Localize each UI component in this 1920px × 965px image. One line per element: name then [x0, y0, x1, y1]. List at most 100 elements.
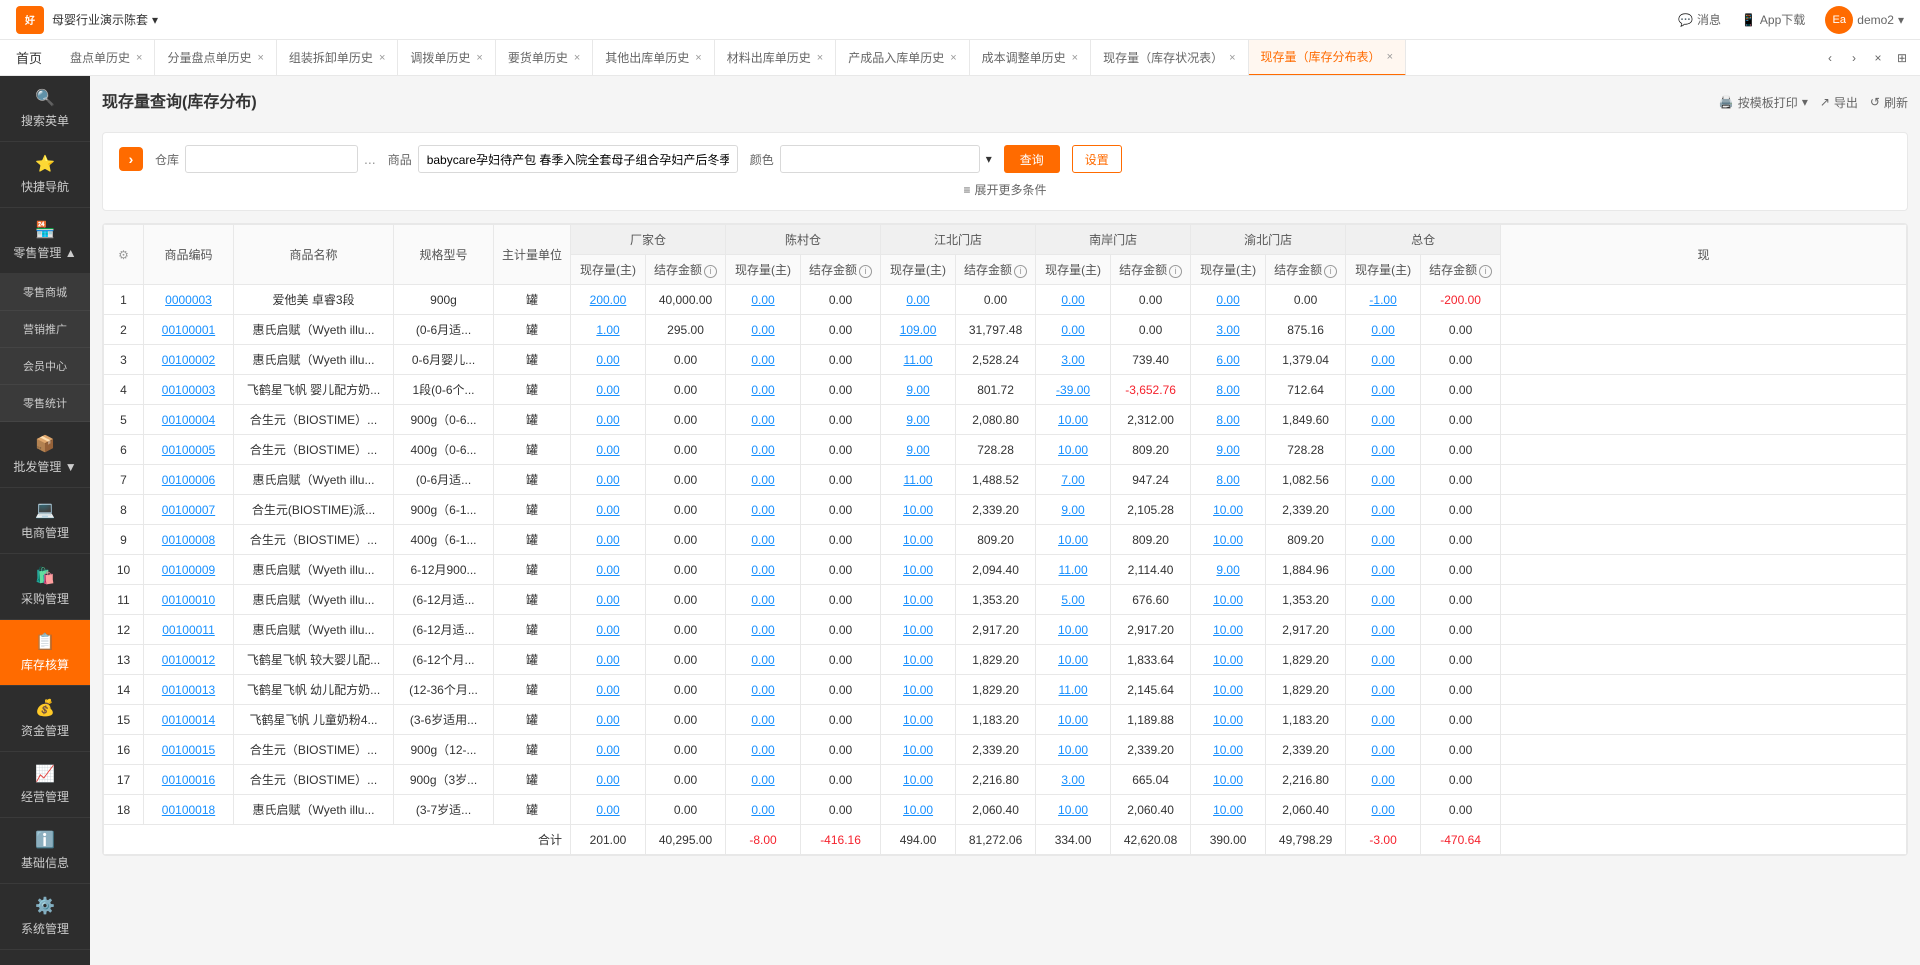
row-factory-stock[interactable]: 0.00 — [571, 645, 646, 675]
row-nanan-stock[interactable]: 0.00 — [1036, 285, 1111, 315]
table-settings-icon[interactable]: ⚙ — [118, 248, 129, 262]
sidebar-item-member[interactable]: 会员中心 — [0, 348, 90, 385]
row-chenmen-stock[interactable]: 0.00 — [726, 285, 801, 315]
row-factory-stock[interactable]: 1.00 — [571, 315, 646, 345]
row-total-stock[interactable]: 0.00 — [1346, 495, 1421, 525]
row-nanan-stock[interactable]: 10.00 — [1036, 435, 1111, 465]
row-jiangbei-stock[interactable]: 10.00 — [881, 765, 956, 795]
row-yubeI-stock[interactable]: 9.00 — [1191, 435, 1266, 465]
row-nanan-stock[interactable]: 0.00 — [1036, 315, 1111, 345]
row-total-stock[interactable]: 0.00 — [1346, 465, 1421, 495]
row-jiangbei-stock[interactable]: 11.00 — [881, 465, 956, 495]
row-chenmen-stock[interactable]: 0.00 — [726, 615, 801, 645]
row-jiangbei-stock[interactable]: 10.00 — [881, 675, 956, 705]
tab-close-stock-status[interactable]: × — [1229, 52, 1235, 64]
row-yubeI-stock[interactable]: 10.00 — [1191, 795, 1266, 825]
row-code[interactable]: 00100007 — [144, 495, 234, 525]
row-factory-stock[interactable]: 0.00 — [571, 585, 646, 615]
tab-inventory-single[interactable]: 盘点单历史 × — [58, 40, 155, 76]
row-factory-stock[interactable]: 0.00 — [571, 705, 646, 735]
tab-transfer[interactable]: 调拨单历史 × — [398, 40, 495, 76]
row-yubeI-stock[interactable]: 10.00 — [1191, 705, 1266, 735]
row-yubeI-stock[interactable]: 10.00 — [1191, 615, 1266, 645]
sidebar-item-system[interactable]: ⚙️ 系统管理 — [0, 884, 90, 950]
sidebar-item-ecommerce[interactable]: 💻 电商管理 — [0, 488, 90, 554]
sidebar-item-inventory[interactable]: 📋 库存核算 — [0, 620, 90, 686]
row-jiangbei-stock[interactable]: 9.00 — [881, 435, 956, 465]
expand-conditions-btn[interactable]: ≡ 展开更多条件 — [119, 181, 1891, 198]
row-chenmen-stock[interactable]: 0.00 — [726, 675, 801, 705]
row-yubeI-stock[interactable]: 10.00 — [1191, 675, 1266, 705]
tab-request[interactable]: 要货单历史 × — [496, 40, 593, 76]
row-yubeI-stock[interactable]: 8.00 — [1191, 375, 1266, 405]
row-total-stock[interactable]: 0.00 — [1346, 555, 1421, 585]
row-total-stock[interactable]: 0.00 — [1346, 525, 1421, 555]
tab-close-other-out[interactable]: × — [695, 52, 701, 64]
row-factory-stock[interactable]: 0.00 — [571, 435, 646, 465]
row-code[interactable]: 00100009 — [144, 555, 234, 585]
sidebar-item-retail-stats[interactable]: 零售统计 — [0, 385, 90, 422]
row-yubeI-stock[interactable]: 10.00 — [1191, 645, 1266, 675]
row-nanan-stock[interactable]: 10.00 — [1036, 615, 1111, 645]
row-nanan-stock[interactable]: 10.00 — [1036, 645, 1111, 675]
row-code[interactable]: 00100004 — [144, 405, 234, 435]
row-code[interactable]: 00100011 — [144, 615, 234, 645]
row-total-stock[interactable]: 0.00 — [1346, 435, 1421, 465]
row-jiangbei-stock[interactable]: 11.00 — [881, 345, 956, 375]
row-yubeI-stock[interactable]: 10.00 — [1191, 765, 1266, 795]
refresh-btn[interactable]: ↺ 刷新 — [1870, 94, 1908, 111]
row-factory-stock[interactable]: 0.00 — [571, 735, 646, 765]
tab-stock-status[interactable]: 现存量（库存状况表） × — [1091, 40, 1248, 76]
tab-stock-dist[interactable]: 现存量（库存分布表） × — [1249, 40, 1406, 76]
tab-close-product-in[interactable]: × — [950, 52, 956, 64]
sidebar-item-wholesale[interactable]: 📦 批发管理 ▼ — [0, 422, 90, 488]
row-factory-stock[interactable]: 0.00 — [571, 405, 646, 435]
row-yubeI-stock[interactable]: 10.00 — [1191, 735, 1266, 765]
tab-material-out[interactable]: 材料出库单历史 × — [715, 40, 836, 76]
row-factory-stock[interactable]: 0.00 — [571, 495, 646, 525]
tab-expand[interactable]: ⊞ — [1892, 48, 1912, 68]
product-input[interactable] — [418, 145, 738, 173]
row-total-stock[interactable]: 0.00 — [1346, 645, 1421, 675]
row-factory-stock[interactable]: 0.00 — [571, 615, 646, 645]
row-total-stock[interactable]: 0.00 — [1346, 765, 1421, 795]
user-menu[interactable]: Ea demo2 ▾ — [1825, 6, 1904, 34]
tab-close-material-out[interactable]: × — [817, 52, 823, 64]
row-chenmen-stock[interactable]: 0.00 — [726, 345, 801, 375]
setting-btn[interactable]: 设置 — [1072, 145, 1122, 173]
row-yubeI-stock[interactable]: 9.00 — [1191, 555, 1266, 585]
row-chenmen-stock[interactable]: 0.00 — [726, 315, 801, 345]
row-total-stock[interactable]: 0.00 — [1346, 585, 1421, 615]
row-code[interactable]: 00100006 — [144, 465, 234, 495]
row-factory-stock[interactable]: 0.00 — [571, 765, 646, 795]
row-code[interactable]: 0000003 — [144, 285, 234, 315]
row-yubeI-stock[interactable]: 6.00 — [1191, 345, 1266, 375]
row-chenmen-stock[interactable]: 0.00 — [726, 375, 801, 405]
row-factory-stock[interactable]: 0.00 — [571, 375, 646, 405]
sidebar-item-marketing[interactable]: 营销推广 — [0, 311, 90, 348]
row-jiangbei-stock[interactable]: 10.00 — [881, 735, 956, 765]
tab-other-out[interactable]: 其他出库单历史 × — [593, 40, 714, 76]
tab-close-assemble[interactable]: × — [379, 52, 385, 64]
tab-close-transfer[interactable]: × — [476, 52, 482, 64]
row-chenmen-stock[interactable]: 0.00 — [726, 795, 801, 825]
row-factory-stock[interactable]: 0.00 — [571, 345, 646, 375]
row-jiangbei-stock[interactable]: 10.00 — [881, 705, 956, 735]
row-chenmen-stock[interactable]: 0.00 — [726, 735, 801, 765]
tab-close-cost-adjust[interactable]: × — [1072, 52, 1078, 64]
export-btn[interactable]: ↗ 导出 — [1820, 94, 1858, 111]
row-yubeI-stock[interactable]: 10.00 — [1191, 585, 1266, 615]
search-expand-btn[interactable]: › — [119, 147, 143, 171]
tab-home[interactable]: 首页 — [0, 40, 58, 76]
row-yubeI-stock[interactable]: 10.00 — [1191, 495, 1266, 525]
messages-btn[interactable]: 💬 消息 — [1678, 11, 1721, 28]
row-total-stock[interactable]: 0.00 — [1346, 705, 1421, 735]
tab-assemble[interactable]: 组装拆卸单历史 × — [277, 40, 398, 76]
row-nanan-stock[interactable]: 11.00 — [1036, 555, 1111, 585]
row-nanan-stock[interactable]: 10.00 — [1036, 705, 1111, 735]
total-amount-info[interactable]: i — [1479, 265, 1492, 278]
logo-dropdown[interactable]: 母婴行业演示陈套 ▾ — [52, 11, 158, 28]
row-chenmen-stock[interactable]: 0.00 — [726, 465, 801, 495]
nanan-amount-info[interactable]: i — [1169, 265, 1182, 278]
row-factory-stock[interactable]: 0.00 — [571, 675, 646, 705]
